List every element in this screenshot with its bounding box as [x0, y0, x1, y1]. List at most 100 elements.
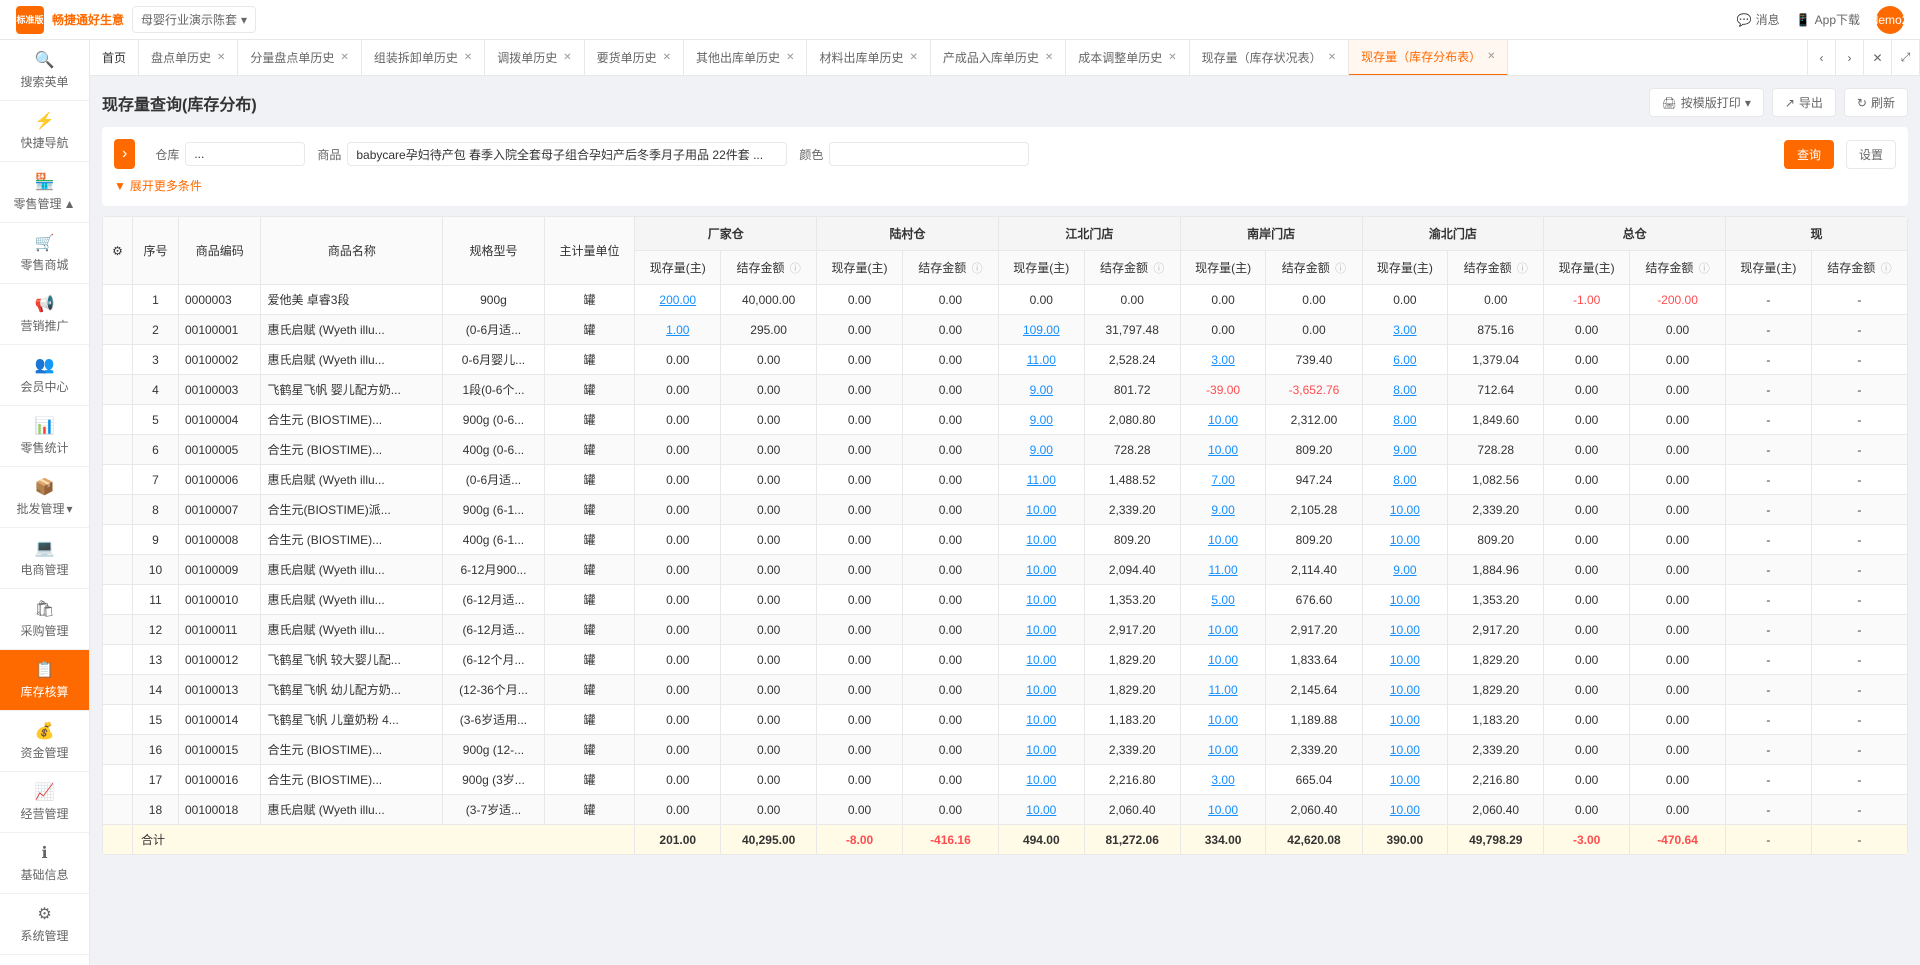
table-row: 5 00100004 合生元 (BIOSTIME)... 900g (0-6..… [103, 405, 1908, 435]
tab-close-icon[interactable]: ✕ [464, 52, 472, 63]
tab-partial-count-history[interactable]: 分量盘点单历史 ✕ [238, 40, 361, 76]
messages-btn[interactable]: 💬 消息 [1737, 11, 1780, 28]
retail-icon: 🏪 [35, 172, 55, 192]
table-row: 3 00100002 惠氏启赋 (Wyeth illu... 0-6月婴儿...… [103, 345, 1908, 375]
th-nanan-amt: 结存金额 ⓘ [1266, 251, 1362, 285]
table-row: 18 00100018 惠氏启赋 (Wyeth illu... (3-7岁适..… [103, 795, 1908, 825]
th-total-amt: 结存金额 ⓘ [1630, 251, 1726, 285]
refresh-icon: ↻ [1857, 96, 1867, 110]
goods-input[interactable] [347, 142, 787, 166]
tab-close-icon[interactable]: ✕ [909, 52, 917, 63]
table-row: 1 0000003 爱他美 卓睿3段 900g 罐200.0040,000.00… [103, 285, 1908, 315]
user-profile[interactable]: demo2 [1876, 6, 1904, 34]
sidebar-item-search[interactable]: 🔍 搜索英单 [0, 40, 89, 101]
query-btn[interactable]: 查询 [1784, 140, 1834, 169]
tab-expand-btn[interactable]: ⤢ [1892, 40, 1920, 76]
sidebar-item-enterprise[interactable]: 🤝 企业协同 [0, 955, 89, 965]
th-unit: 主计量单位 [544, 217, 635, 285]
tab-requisition-history[interactable]: 要货单历史 ✕ [585, 40, 684, 76]
total-amt-info-icon[interactable]: ⓘ [1699, 263, 1710, 275]
tab-material-outbound-history[interactable]: 材料出库单历史 ✕ [807, 40, 930, 76]
chevron-down-icon: ▼ [114, 179, 126, 193]
filter-expand-btn[interactable]: › [114, 139, 135, 169]
tab-prev-btn[interactable]: ‹ [1808, 40, 1836, 76]
export-icon: ↗ [1785, 96, 1795, 110]
sidebar-item-quicknav[interactable]: ⚡ 快捷导航 [0, 101, 89, 162]
tab-close-icon[interactable]: ✕ [563, 52, 571, 63]
tab-inventory-count-history[interactable]: 盘点单历史 ✕ [139, 40, 238, 76]
summary-row: 合计201.0040,295.00-8.00-416.16494.0081,27… [103, 825, 1908, 855]
th-more-qty: 现存量(主) [1726, 251, 1812, 285]
th-lucun-qty: 现存量(主) [817, 251, 903, 285]
tab-assembly-history[interactable]: 组装拆卸单历史 ✕ [362, 40, 485, 76]
factory-amt-info-icon[interactable]: ⓘ [790, 263, 801, 275]
sidebar-item-operations[interactable]: 📈 经营管理 [0, 772, 89, 833]
sidebar-item-member[interactable]: 👥 会员中心 [0, 345, 89, 406]
tab-close-all-btn[interactable]: ✕ [1864, 40, 1892, 76]
color-input[interactable] [829, 142, 1029, 166]
warehouse-input[interactable] [185, 142, 305, 166]
tab-close-icon[interactable]: ✕ [1328, 52, 1336, 63]
sidebar-item-retail-stats[interactable]: 📊 零售统计 [0, 406, 89, 467]
warehouse-label: 仓库 [155, 146, 179, 163]
tab-other-outbound-history[interactable]: 其他出库单历史 ✕ [684, 40, 807, 76]
tab-transfer-history[interactable]: 调拨单历史 ✕ [485, 40, 584, 76]
ecommerce-icon: 💻 [35, 538, 55, 558]
sidebar-item-retail-store[interactable]: 🛒 零售商城 [0, 223, 89, 284]
th-settings[interactable]: ⚙ [103, 217, 133, 285]
sidebar-item-finance[interactable]: 💰 资金管理 [0, 711, 89, 772]
jiangbei-amt-info-icon[interactable]: ⓘ [1153, 263, 1164, 275]
print-btn[interactable]: 🖨 按模版打印 ▾ [1649, 88, 1764, 117]
settings-btn[interactable]: 设置 [1846, 140, 1896, 169]
table-row: 4 00100003 飞鹤星飞帆 婴儿配方奶... 1段(0-6个... 罐0.… [103, 375, 1908, 405]
th-group-yubei: 渝北门店 [1362, 217, 1544, 251]
sidebar-item-basics[interactable]: ℹ 基础信息 [0, 833, 89, 894]
tab-next-btn[interactable]: › [1836, 40, 1864, 76]
industry-selector[interactable]: 母婴行业演示陈套 ▾ [132, 6, 256, 33]
chevron-down-icon: ▾ [1745, 96, 1751, 110]
nanan-amt-info-icon[interactable]: ⓘ [1335, 263, 1346, 275]
tab-close-icon[interactable]: ✕ [217, 52, 225, 63]
tab-cost-adjust-history[interactable]: 成本调整单历史 ✕ [1066, 40, 1189, 76]
page-title: 现存量查询(库存分布) [102, 91, 257, 115]
tab-product-inbound-history[interactable]: 产成品入库单历史 ✕ [931, 40, 1066, 76]
purchase-icon: 🛍 [34, 599, 54, 619]
sidebar-item-ecommerce[interactable]: 💻 电商管理 [0, 528, 89, 589]
sidebar-item-inventory[interactable]: 📋 库存核算 [0, 650, 89, 711]
export-btn[interactable]: ↗ 导出 [1772, 88, 1836, 117]
tab-close-icon[interactable]: ✕ [1487, 51, 1495, 62]
th-factory-amt: 结存金额 ⓘ [721, 251, 817, 285]
tab-close-icon[interactable]: ✕ [1045, 52, 1053, 63]
goods-filter: 商品 [317, 142, 787, 166]
sidebar-item-retail-mgmt[interactable]: 🏪 零售管理 ▲ [0, 162, 89, 223]
th-no: 序号 [133, 217, 179, 285]
table-row: 7 00100006 惠氏启赋 (Wyeth illu... (0-6月适...… [103, 465, 1908, 495]
more-amt-info-icon[interactable]: ⓘ [1881, 263, 1892, 275]
color-label: 颜色 [799, 146, 823, 163]
sidebar-item-purchase[interactable]: 🛍 采购管理 [0, 589, 89, 650]
th-lucun-amt: 结存金额 ⓘ [902, 251, 998, 285]
th-group-lucun: 陆村仓 [817, 217, 999, 251]
tab-home[interactable]: 首页 [90, 40, 139, 76]
lucun-amt-info-icon[interactable]: ⓘ [972, 263, 983, 275]
table-row: 13 00100012 飞鹤星飞帆 较大婴儿配... (6-12个月... 罐0… [103, 645, 1908, 675]
app-download-btn[interactable]: 📱 App下载 [1796, 11, 1860, 28]
tab-close-icon[interactable]: ✕ [786, 52, 794, 63]
yubei-amt-info-icon[interactable]: ⓘ [1517, 263, 1528, 275]
tab-inventory-status[interactable]: 现存量（库存状况表） ✕ [1190, 40, 1349, 76]
tab-inventory-distribution[interactable]: 现存量（库存分布表） ✕ [1349, 40, 1508, 76]
sidebar-item-marketing[interactable]: 📢 营销推广 [0, 284, 89, 345]
logo-text: 畅捷通好生意 [52, 11, 124, 28]
tab-close-icon[interactable]: ✕ [663, 52, 671, 63]
table-row: 6 00100005 合生元 (BIOSTIME)... 400g (0-6..… [103, 435, 1908, 465]
sidebar-item-system[interactable]: ⚙ 系统管理 [0, 894, 89, 955]
refresh-btn[interactable]: ↻ 刷新 [1844, 88, 1908, 117]
tab-close-icon[interactable]: ✕ [340, 52, 348, 63]
expand-more-btn[interactable]: ▼ 展开更多条件 [114, 177, 202, 194]
sidebar-item-wholesale[interactable]: 📦 批发管理 ▾ [0, 467, 89, 528]
sidebar: 🔍 搜索英单 ⚡ 快捷导航 🏪 零售管理 ▲ 🛒 零售商城 📢 营销推广 👥 会… [0, 40, 90, 965]
marketing-icon: 📢 [35, 294, 55, 314]
th-more-amt: 结存金额 ⓘ [1811, 251, 1907, 285]
th-group-total: 总仓 [1544, 217, 1726, 251]
tab-close-icon[interactable]: ✕ [1168, 52, 1176, 63]
